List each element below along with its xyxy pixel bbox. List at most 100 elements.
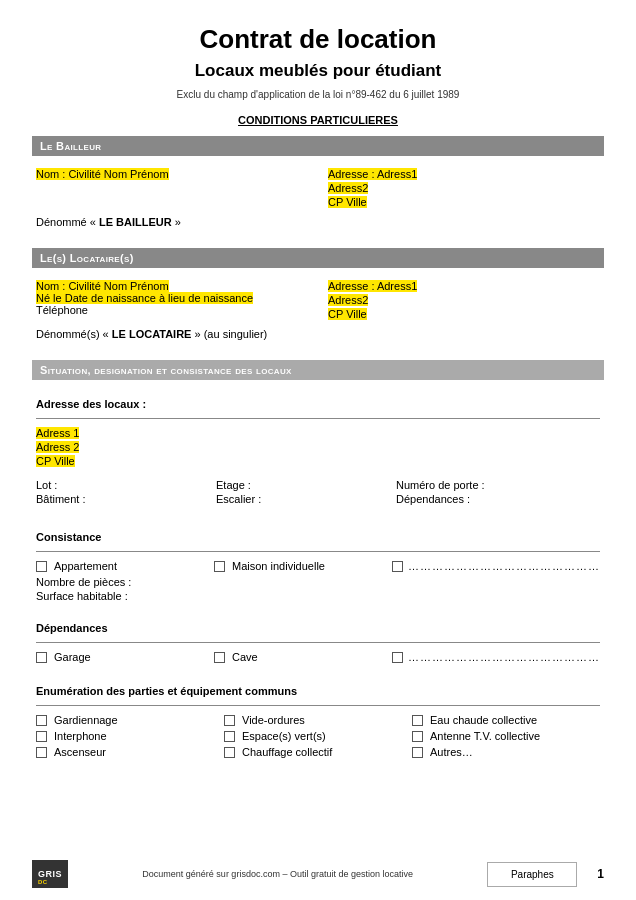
situation-adress1: Adress 1 xyxy=(36,427,79,439)
numero-porte-label: Numéro de porte : xyxy=(396,479,536,491)
bailleur-denommé: Dénommé « LE BAILLEUR » xyxy=(36,216,600,228)
footer-info: Document généré sur grisdoc.com – Outil … xyxy=(80,869,475,879)
enum-row-2: Interphone Espace(s) vert(s) Antenne T.V… xyxy=(36,730,600,742)
locataire-telephone: Téléphone xyxy=(36,304,308,316)
espace-vert-label: Espace(s) vert(s) xyxy=(242,730,326,742)
logo-icon: GRIS DC xyxy=(34,861,66,887)
situation-cp-ville: CP Ville xyxy=(36,455,75,467)
consistance-section: Consistance Appartement Maison individue… xyxy=(32,521,604,612)
nombre-pieces: Nombre de pièces : xyxy=(36,576,600,588)
subtitle: Locaux meublés pour étudiant xyxy=(32,61,604,81)
locataire-adresse-col: Adresse : Adress1 Adress2 CP Ville xyxy=(308,280,600,322)
eau-chaude-label: Eau chaude collective xyxy=(430,714,537,726)
cave-checkbox xyxy=(214,652,225,663)
paraphes-box: Paraphes xyxy=(487,862,577,887)
enumeration-title: Enumération des parties et équipement co… xyxy=(36,685,600,697)
interphone-checkbox xyxy=(36,731,47,742)
interphone-label: Interphone xyxy=(54,730,107,742)
espace-vert-item: Espace(s) vert(s) xyxy=(224,730,412,742)
locataire-adresse2: Adress2 xyxy=(328,294,368,306)
locataire-denommé: Dénommé(s) « LE LOCATAIRE » (au singulie… xyxy=(36,328,600,340)
eau-chaude-checkbox xyxy=(412,715,423,726)
dependances-checkbox-row: Garage Cave ………………………………………… xyxy=(36,651,600,663)
situation-section-bar: Situation, designation et consistance de… xyxy=(32,360,604,380)
ascenseur-label: Ascenseur xyxy=(54,746,106,758)
gardiennage-label: Gardiennage xyxy=(54,714,118,726)
gardiennage-item: Gardiennage xyxy=(36,714,224,726)
appartement-checkbox xyxy=(36,561,47,572)
garage-checkbox xyxy=(36,652,47,663)
enum-row-3: Ascenseur Chauffage collectif Autres… xyxy=(36,746,600,758)
locataire-naissance: Né le Date de naissance à lieu de naissa… xyxy=(36,292,253,304)
dependances-dots: ………………………………………… xyxy=(408,651,600,663)
dependances-extra-checkbox xyxy=(392,652,403,663)
bailleur-section-bar: Le Bailleur xyxy=(32,136,604,156)
bailleur-adresse-col: Adresse : Adress1 Adress2 CP Ville xyxy=(308,168,600,210)
lot-row: Lot : Etage : Numéro de porte : xyxy=(36,479,600,491)
vide-ordures-checkbox xyxy=(224,715,235,726)
bailleur-content: Nom : Civilité Nom Prénom Adresse : Adre… xyxy=(32,164,604,240)
dependances-section: Dépendances Garage Cave ………………………………………… xyxy=(32,612,604,675)
dependances-title: Dépendances xyxy=(36,622,600,634)
bailleur-nom-col: Nom : Civilité Nom Prénom xyxy=(36,168,308,210)
situation-content: Adresse des locaux : Adress 1 Adress 2 C… xyxy=(32,388,604,515)
eau-chaude-item: Eau chaude collective xyxy=(412,714,600,726)
locataire-adresse1: Adresse : Adress1 xyxy=(328,280,417,292)
paraphes-label: Paraphes xyxy=(511,869,554,880)
locataire-nom: Nom : Civilité Nom Prénom xyxy=(36,280,169,292)
divider-enumeration xyxy=(36,705,600,706)
garage-item: Garage xyxy=(36,651,214,663)
bailleur-adresse2: Adress2 xyxy=(328,182,368,194)
ascenseur-checkbox xyxy=(36,747,47,758)
footer: GRIS DC Document généré sur grisdoc.com … xyxy=(0,860,636,888)
maison-label: Maison individuelle xyxy=(232,560,325,572)
locataire-content: Nom : Civilité Nom Prénom Né le Date de … xyxy=(32,276,604,352)
consistance-title: Consistance xyxy=(36,531,600,543)
locataire-cp-ville: CP Ville xyxy=(328,308,367,320)
cave-item: Cave xyxy=(214,651,392,663)
surface-habitable: Surface habitable : xyxy=(36,590,600,602)
conditions-title: CONDITIONS PARTICULIERES xyxy=(32,114,604,126)
maison-checkbox xyxy=(214,561,225,572)
bailleur-cp-ville: CP Ville xyxy=(328,196,367,208)
antenne-tv-checkbox xyxy=(412,731,423,742)
chauffage-checkbox xyxy=(224,747,235,758)
main-title: Contrat de location xyxy=(32,24,604,55)
locataire-section-bar: Le(s) Locataire(s) xyxy=(32,248,604,268)
enum-row-1: Gardiennage Vide-ordures Eau chaude coll… xyxy=(36,714,600,726)
ascenseur-item: Ascenseur xyxy=(36,746,224,758)
vide-ordures-item: Vide-ordures xyxy=(224,714,412,726)
lot-label: Lot : xyxy=(36,479,176,491)
dependances-dotted: ………………………………………… xyxy=(392,651,600,663)
bailleur-adresse1: Adresse : Adress1 xyxy=(328,168,417,180)
batiment-row: Bâtiment : Escalier : Dépendances : xyxy=(36,493,600,505)
svg-text:GRIS: GRIS xyxy=(38,869,62,879)
escalier-label: Escalier : xyxy=(216,493,356,505)
chauffage-label: Chauffage collectif xyxy=(242,746,332,758)
antenne-tv-label: Antenne T.V. collective xyxy=(430,730,540,742)
autres-checkbox xyxy=(412,747,423,758)
situation-adress2: Adress 2 xyxy=(36,441,79,453)
logo-box: GRIS DC xyxy=(32,860,68,888)
interphone-item: Interphone xyxy=(36,730,224,742)
consistance-extra-checkbox xyxy=(392,561,403,572)
autres-label: Autres… xyxy=(430,746,473,758)
vide-ordures-label: Vide-ordures xyxy=(242,714,305,726)
chauffage-item: Chauffage collectif xyxy=(224,746,412,758)
espace-vert-checkbox xyxy=(224,731,235,742)
consistance-dots: ………………………………………… xyxy=(408,560,600,572)
appartement-item: Appartement xyxy=(36,560,214,572)
antenne-tv-item: Antenne T.V. collective xyxy=(412,730,600,742)
footer-logo: GRIS DC xyxy=(32,860,68,888)
divider-consistance xyxy=(36,551,600,552)
page: Contrat de location Locaux meublés pour … xyxy=(0,0,636,900)
consistance-dotted: ………………………………………… xyxy=(392,560,600,572)
autres-item: Autres… xyxy=(412,746,600,758)
etage-label: Etage : xyxy=(216,479,356,491)
garage-label: Garage xyxy=(54,651,91,663)
svg-text:DC: DC xyxy=(38,879,48,885)
cave-label: Cave xyxy=(232,651,258,663)
adresse-locaux-title: Adresse des locaux : xyxy=(36,398,600,410)
page-number: 1 xyxy=(597,867,604,881)
enumeration-section: Enumération des parties et équipement co… xyxy=(32,675,604,770)
